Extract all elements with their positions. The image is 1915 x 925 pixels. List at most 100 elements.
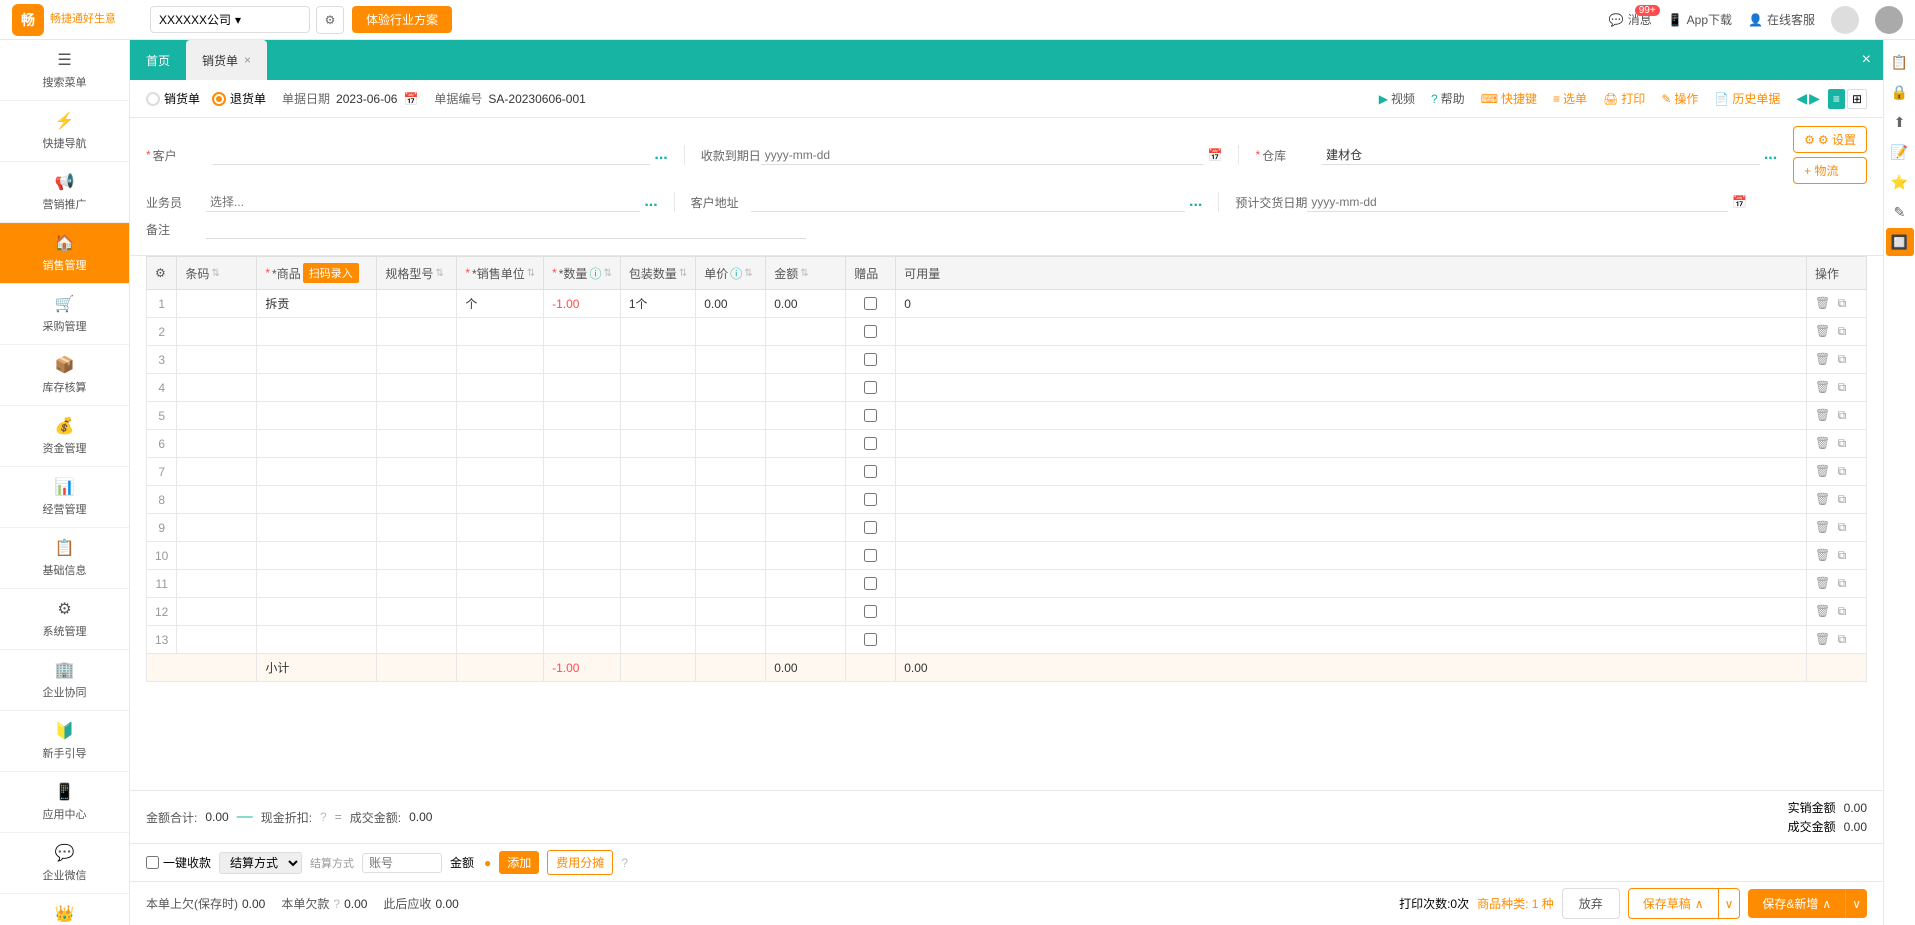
copy-icon[interactable]: ⧉ xyxy=(1838,436,1847,450)
row-product[interactable] xyxy=(257,626,377,654)
row-gift[interactable] xyxy=(846,486,896,514)
row-product[interactable] xyxy=(257,570,377,598)
sidebar-item-wechat[interactable]: 💬 企业微信 xyxy=(0,833,129,894)
settings-action-button[interactable]: ⚙ ⚙ 设置 xyxy=(1793,126,1867,153)
copy-icon[interactable]: ⧉ xyxy=(1838,464,1847,478)
help-button[interactable]: ? 帮助 xyxy=(1427,88,1469,109)
right-bar-clipboard-button[interactable]: 📋 xyxy=(1886,48,1914,76)
sidebar-item-enterprise[interactable]: 🏢 企业协同 xyxy=(0,650,129,711)
payment-due-input[interactable] xyxy=(761,146,1204,165)
add-payment-button[interactable]: 添加 xyxy=(499,851,539,874)
row-gift[interactable] xyxy=(846,430,896,458)
right-bar-lock-button[interactable]: 🔒 xyxy=(1886,78,1914,106)
row-gift[interactable] xyxy=(846,346,896,374)
copy-icon[interactable]: ⧉ xyxy=(1838,604,1847,618)
row-product[interactable] xyxy=(257,430,377,458)
row-gift[interactable] xyxy=(846,598,896,626)
row-gift[interactable] xyxy=(846,374,896,402)
gift-checkbox[interactable] xyxy=(864,353,877,366)
delete-icon[interactable]: 🗑 xyxy=(1815,632,1830,646)
gift-checkbox[interactable] xyxy=(864,521,877,534)
delivery-date-input[interactable] xyxy=(1307,193,1728,212)
logistics-action-button[interactable]: + 物流 xyxy=(1793,157,1867,184)
sidebar-item-operations[interactable]: 📊 经营管理 xyxy=(0,467,129,528)
copy-icon[interactable]: ⧉ xyxy=(1838,632,1847,646)
sidebar-item-marketing[interactable]: 📢 营销推广 xyxy=(0,162,129,223)
customer-input[interactable] xyxy=(213,146,651,165)
save-new-dropdown-button[interactable]: ∨ xyxy=(1845,889,1867,918)
video-button[interactable]: ▶ 视频 xyxy=(1375,88,1419,109)
sidebar-item-finance[interactable]: 💰 资金管理 xyxy=(0,406,129,467)
nav-next-icon[interactable]: ▶ xyxy=(1809,90,1820,107)
row-product[interactable] xyxy=(257,402,377,430)
row-product[interactable] xyxy=(257,318,377,346)
gift-checkbox[interactable] xyxy=(864,605,877,618)
gift-checkbox[interactable] xyxy=(864,437,877,450)
sidebar-item-search[interactable]: ☰ 搜索菜单 xyxy=(0,40,129,101)
delete-icon[interactable]: 🗑 xyxy=(1815,492,1830,506)
save-draft-button[interactable]: 保存草稿 ∧ xyxy=(1628,888,1719,919)
grid-view-button[interactable]: ⊞ xyxy=(1847,89,1867,109)
copy-icon[interactable]: ⧉ xyxy=(1838,576,1847,590)
settings-icon[interactable]: ⚙ xyxy=(316,6,344,34)
operation-button[interactable]: ✎ 操作 xyxy=(1657,88,1702,109)
copy-icon[interactable]: ⧉ xyxy=(1838,520,1847,534)
radio-return-order[interactable]: 退货单 xyxy=(212,90,266,107)
delete-icon[interactable]: 🗑 xyxy=(1815,436,1830,450)
scan-button[interactable]: 扫码录入 xyxy=(303,263,359,283)
copy-icon[interactable]: ⧉ xyxy=(1838,324,1847,338)
sidebar-item-system[interactable]: ⚙ 系统管理 xyxy=(0,589,129,650)
warehouse-input[interactable] xyxy=(1322,146,1760,165)
delete-icon[interactable]: 🗑 xyxy=(1815,548,1830,562)
sidebar-item-app-center[interactable]: 📱 应用中心 xyxy=(0,772,129,833)
delete-icon[interactable]: 🗑 xyxy=(1815,464,1830,478)
delete-icon[interactable]: 🗑 xyxy=(1815,408,1830,422)
order-short-help-icon[interactable]: ? xyxy=(333,897,340,911)
row-gift[interactable] xyxy=(846,570,896,598)
nav-prev-icon[interactable]: ◀ xyxy=(1796,90,1807,107)
copy-icon[interactable]: ⧉ xyxy=(1838,296,1847,310)
gift-checkbox[interactable] xyxy=(864,493,877,506)
gift-checkbox[interactable] xyxy=(864,325,877,338)
list-view-button[interactable]: ≡ xyxy=(1828,89,1845,109)
sidebar-item-quick-nav[interactable]: ⚡ 快捷导航 xyxy=(0,101,129,162)
row-gift[interactable] xyxy=(846,290,896,318)
copy-icon[interactable]: ⧉ xyxy=(1838,548,1847,562)
avatar[interactable] xyxy=(1831,6,1859,34)
delete-icon[interactable]: 🗑 xyxy=(1815,296,1830,310)
row-product[interactable] xyxy=(257,514,377,542)
app-download-button[interactable]: 📱 App下载 xyxy=(1668,11,1732,28)
copy-icon[interactable]: ⧉ xyxy=(1838,408,1847,422)
delivery-date-calendar-icon[interactable]: 📅 xyxy=(1732,195,1747,209)
history-order-button[interactable]: 📄 历史单据 xyxy=(1710,88,1784,109)
tab-close-icon[interactable]: × xyxy=(244,53,251,67)
row-product[interactable] xyxy=(257,542,377,570)
sidebar-item-sales[interactable]: 🏠 销售管理 xyxy=(0,223,129,284)
account-input[interactable] xyxy=(362,853,442,873)
avatar2[interactable] xyxy=(1875,6,1903,34)
right-bar-pencil-button[interactable]: ✎ xyxy=(1886,198,1914,226)
row-gift[interactable] xyxy=(846,626,896,654)
row-gift[interactable] xyxy=(846,318,896,346)
note-input[interactable] xyxy=(206,220,806,239)
customer-address-input[interactable] xyxy=(751,193,1185,212)
gift-checkbox[interactable] xyxy=(864,633,877,646)
row-product[interactable] xyxy=(257,346,377,374)
sidebar-item-inventory[interactable]: 📦 库存核算 xyxy=(0,345,129,406)
salesperson-input[interactable] xyxy=(206,193,640,212)
online-service-button[interactable]: 👤 在线客服 xyxy=(1748,11,1815,28)
gift-checkbox[interactable] xyxy=(864,465,877,478)
settlement-select[interactable]: 结算方式 xyxy=(219,852,302,874)
address-ellipsis-button[interactable]: ... xyxy=(1189,193,1202,211)
delete-icon[interactable]: 🗑 xyxy=(1815,520,1830,534)
warehouse-ellipsis-button[interactable]: ... xyxy=(1764,146,1777,164)
message-button[interactable]: 💬 消息 99+ xyxy=(1609,11,1652,28)
close-all-tabs-button[interactable]: × xyxy=(1862,51,1871,69)
fee-allocation-button[interactable]: 费用分摊 xyxy=(547,850,613,875)
row-gift[interactable] xyxy=(846,542,896,570)
copy-icon[interactable]: ⧉ xyxy=(1838,352,1847,366)
delete-icon[interactable]: 🗑 xyxy=(1815,324,1830,338)
row-product[interactable] xyxy=(257,598,377,626)
row-product[interactable] xyxy=(257,486,377,514)
customer-ellipsis-button[interactable]: ... xyxy=(654,146,667,164)
